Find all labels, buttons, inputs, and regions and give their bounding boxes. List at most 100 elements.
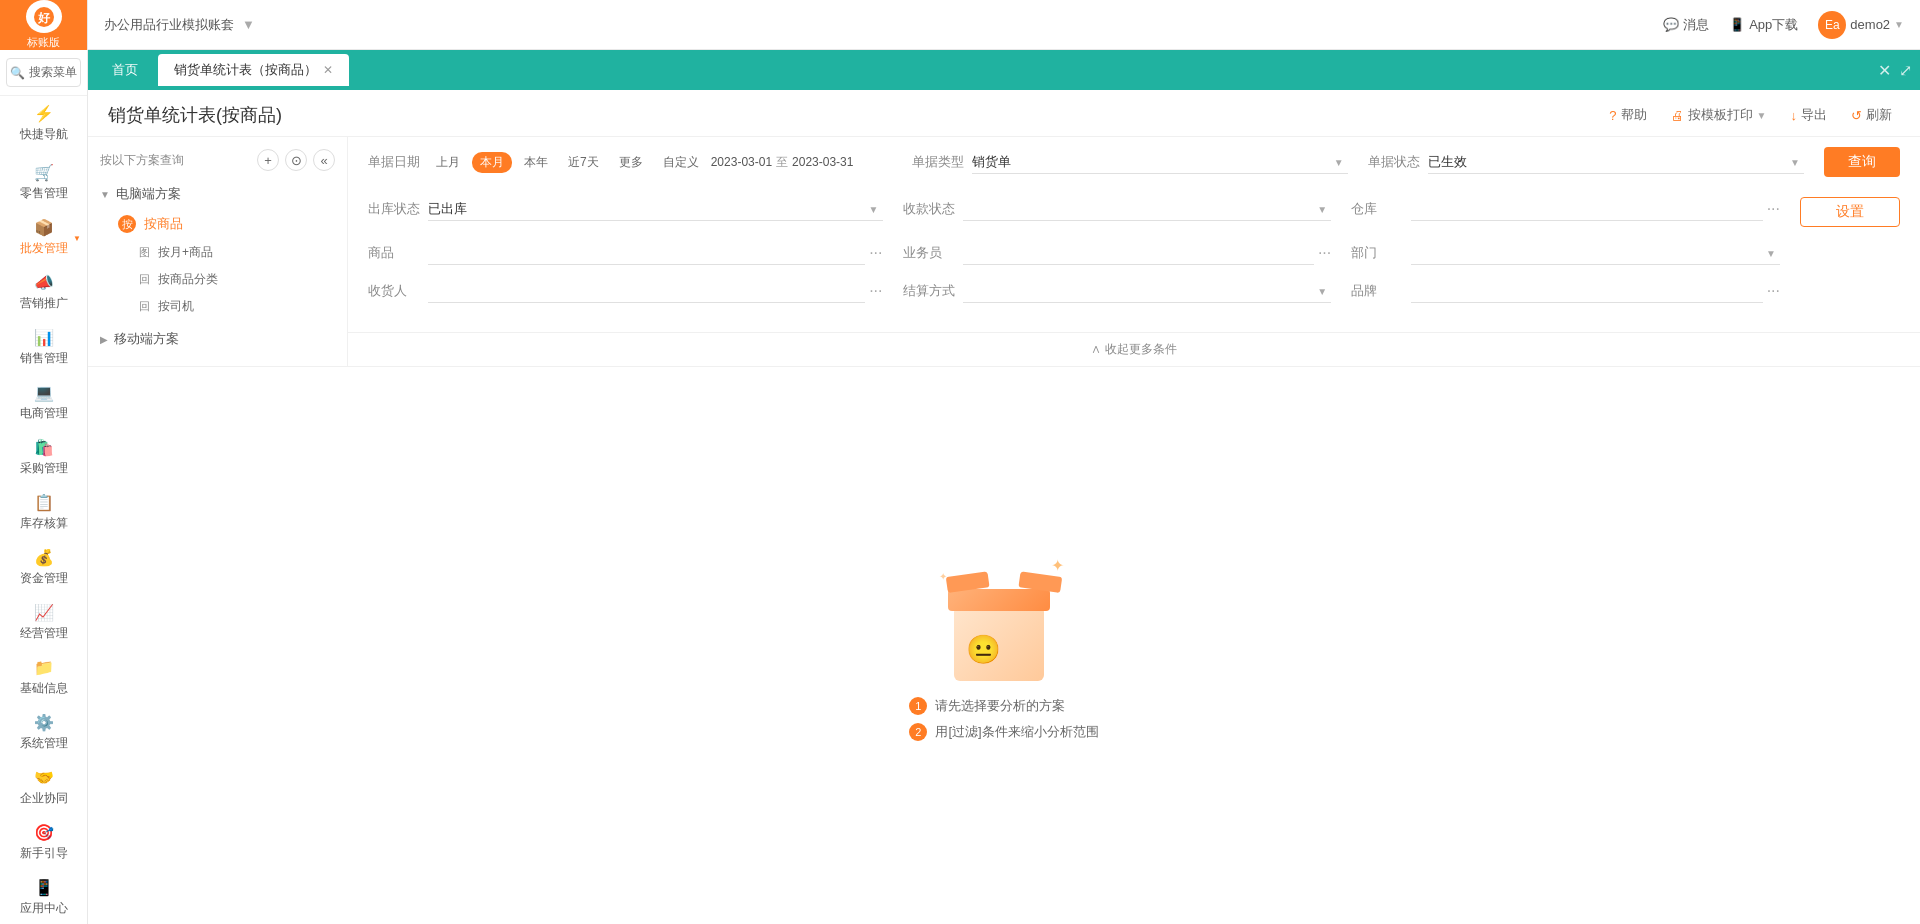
- date-more-btn[interactable]: 更多: [611, 152, 651, 173]
- avatar: Ea: [1818, 11, 1846, 39]
- message-button[interactable]: 💬 消息: [1663, 16, 1709, 34]
- user-menu[interactable]: Ea demo2 ▼: [1818, 11, 1904, 39]
- sidebar-item-app-center[interactable]: 📱 应用中心: [0, 870, 87, 924]
- scheme-panel: 按以下方案查询 + ⊙ « ▼ 电脑端方案: [88, 137, 348, 366]
- app-subtitle: 标账版: [27, 35, 60, 50]
- sidebar-item-finance[interactable]: 💰 资金管理: [0, 540, 87, 595]
- receipt-status-select[interactable]: [963, 197, 1332, 221]
- sparkle-2: ✦: [939, 571, 947, 582]
- product-more-icon[interactable]: ···: [869, 244, 882, 262]
- tab-close-icon[interactable]: ✕: [323, 63, 333, 77]
- filter-area: 按以下方案查询 + ⊙ « ▼ 电脑端方案: [88, 137, 1920, 366]
- department-select-wrapper: [1411, 241, 1780, 265]
- recipient-label: 收货人: [368, 282, 428, 300]
- brand-more-icon[interactable]: ···: [1767, 282, 1780, 300]
- tip-num-2: 2: [909, 723, 927, 741]
- sidebar-item-inventory[interactable]: 📋 库存核算: [0, 485, 87, 540]
- product-input[interactable]: [428, 241, 865, 265]
- system-icon: ⚙️: [34, 713, 54, 732]
- date-last-month-btn[interactable]: 上月: [428, 152, 468, 173]
- scheme-sub-by-cashier[interactable]: 回 按司机: [88, 293, 347, 320]
- collapse-bar[interactable]: ∧ 收起更多条件: [348, 332, 1920, 366]
- box-face: 😐: [966, 633, 1001, 666]
- scheme-sub-by-month-product[interactable]: 图 按月+商品: [88, 239, 347, 266]
- refresh-button[interactable]: ↺ 刷新: [1843, 102, 1900, 128]
- collapse-scheme-button[interactable]: «: [313, 149, 335, 171]
- filter-settlement: 结算方式: [903, 279, 1332, 303]
- sidebar-item-operations[interactable]: 📈 经营管理: [0, 595, 87, 650]
- brand-input[interactable]: [1411, 279, 1762, 303]
- template-print-button[interactable]: 🖨 按模板打印 ▼: [1663, 102, 1775, 128]
- print-icon: 🖨: [1671, 108, 1684, 123]
- app-download-button[interactable]: 📱 App下载: [1729, 16, 1798, 34]
- sidebar-item-enterprise[interactable]: 🤝 企业协同: [0, 760, 87, 815]
- tab-sales-stats[interactable]: 销货单统计表（按商品） ✕: [158, 54, 349, 86]
- warehouse-input[interactable]: [1411, 197, 1762, 221]
- tab-bar: 首页 销货单统计表（按商品） ✕ ✕ ⤢: [88, 50, 1920, 90]
- sidebar-item-quick-nav[interactable]: ⚡ 快捷导航: [0, 96, 87, 151]
- print-dropdown-icon[interactable]: ▼: [1757, 110, 1767, 121]
- sidebar-item-marketing[interactable]: 📣 营销推广: [0, 265, 87, 320]
- sub-icon-2: 回: [136, 272, 152, 288]
- help-button[interactable]: ? 帮助: [1601, 102, 1654, 128]
- doc-type-select[interactable]: 销货单: [972, 150, 1348, 174]
- date-from: 2023-03-01: [711, 155, 772, 169]
- department-label: 部门: [1351, 244, 1411, 262]
- filter-row-1: 单据日期 上月 本月 本年 近7天 更多 自定义 2023-03-01 至: [368, 147, 1900, 177]
- receipt-status-select-wrapper: [963, 197, 1332, 221]
- export-icon: ↓: [1791, 108, 1798, 123]
- top-header: 办公用品行业模拟账套 ▼ 💬 消息 📱 App下载 Ea demo2 ▼: [88, 0, 1920, 50]
- workspace-dropdown-icon[interactable]: ▼: [242, 17, 255, 32]
- recipient-more-icon[interactable]: ···: [869, 282, 882, 300]
- sidebar-item-sales[interactable]: 📊 销售管理: [0, 320, 87, 375]
- header-right: 💬 消息 📱 App下载 Ea demo2 ▼: [1663, 11, 1904, 39]
- window-maximize-button[interactable]: ⤢: [1899, 61, 1912, 80]
- sidebar-item-wholesale[interactable]: 📦 批发管理: [0, 210, 87, 265]
- logo-icon: 好: [26, 0, 62, 33]
- sidebar-item-system[interactable]: ⚙️ 系统管理: [0, 705, 87, 760]
- filter-department: 部门: [1351, 241, 1780, 265]
- app-logo[interactable]: 好 标账版: [0, 0, 87, 50]
- export-button[interactable]: ↓ 导出: [1783, 102, 1836, 128]
- sidebar-item-purchase[interactable]: 🛍️ 采购管理: [0, 430, 87, 485]
- settings-button[interactable]: 设置: [1800, 197, 1900, 227]
- department-select[interactable]: [1411, 241, 1780, 265]
- date-this-month-btn[interactable]: 本月: [472, 152, 512, 173]
- retail-icon: 🛒: [34, 163, 54, 182]
- filter-section: 按以下方案查询 + ⊙ « ▼ 电脑端方案: [88, 137, 1920, 367]
- scheme-panel-header: 按以下方案查询 + ⊙ «: [88, 145, 347, 179]
- recipient-input[interactable]: [428, 279, 865, 303]
- tab-home[interactable]: 首页: [96, 54, 154, 86]
- receipt-status-label: 收款状态: [903, 200, 963, 218]
- sidebar-item-retail[interactable]: 🛒 零售管理: [0, 155, 87, 210]
- date-this-year-btn[interactable]: 本年: [516, 152, 556, 173]
- sidebar-item-guide[interactable]: 🎯 新手引导: [0, 815, 87, 870]
- date-7days-btn[interactable]: 近7天: [560, 152, 607, 173]
- sidebar-item-ecom[interactable]: 💻 电商管理: [0, 375, 87, 430]
- date-to: 2023-03-31: [792, 155, 853, 169]
- search-menu-button[interactable]: 🔍 搜索菜单: [6, 58, 81, 87]
- add-scheme-button[interactable]: +: [257, 149, 279, 171]
- salesperson-input[interactable]: [963, 241, 1314, 265]
- window-close-button[interactable]: ✕: [1878, 61, 1891, 80]
- filter-warehouse: 仓库 ···: [1351, 197, 1780, 221]
- query-button[interactable]: 查询: [1824, 147, 1900, 177]
- out-status-select[interactable]: 已出库: [428, 197, 883, 221]
- salesperson-more-icon[interactable]: ···: [1318, 244, 1331, 262]
- help-icon: ?: [1609, 108, 1616, 123]
- warehouse-more-icon[interactable]: ···: [1767, 200, 1780, 218]
- scheme-section-pc-header[interactable]: ▼ 电脑端方案: [88, 179, 347, 209]
- date-custom-btn[interactable]: 自定义: [655, 152, 707, 173]
- filter-row-2: 出库状态 已出库 收款状态: [368, 191, 1900, 227]
- settlement-select[interactable]: [963, 279, 1332, 303]
- doc-status-select[interactable]: 已生效: [1428, 150, 1804, 174]
- guide-icon: 🎯: [34, 823, 54, 842]
- scheme-section-mobile-header[interactable]: ▶ 移动端方案: [88, 324, 347, 354]
- scheme-sub-by-category[interactable]: 回 按商品分类: [88, 266, 347, 293]
- scheme-item-by-product[interactable]: 按 按商品: [88, 209, 347, 239]
- empty-illustration: 😐 ✦ ✦: [934, 551, 1074, 681]
- sidebar-item-base[interactable]: 📁 基础信息: [0, 650, 87, 705]
- edit-scheme-button[interactable]: ⊙: [285, 149, 307, 171]
- filter-doc-type: 单据类型 销货单: [912, 150, 1348, 174]
- sidebar: 好 标账版 🔍 搜索菜单 ⚡ 快捷导航 🛒 零售管理 📦 批发管理 📣 营销推广…: [0, 0, 88, 924]
